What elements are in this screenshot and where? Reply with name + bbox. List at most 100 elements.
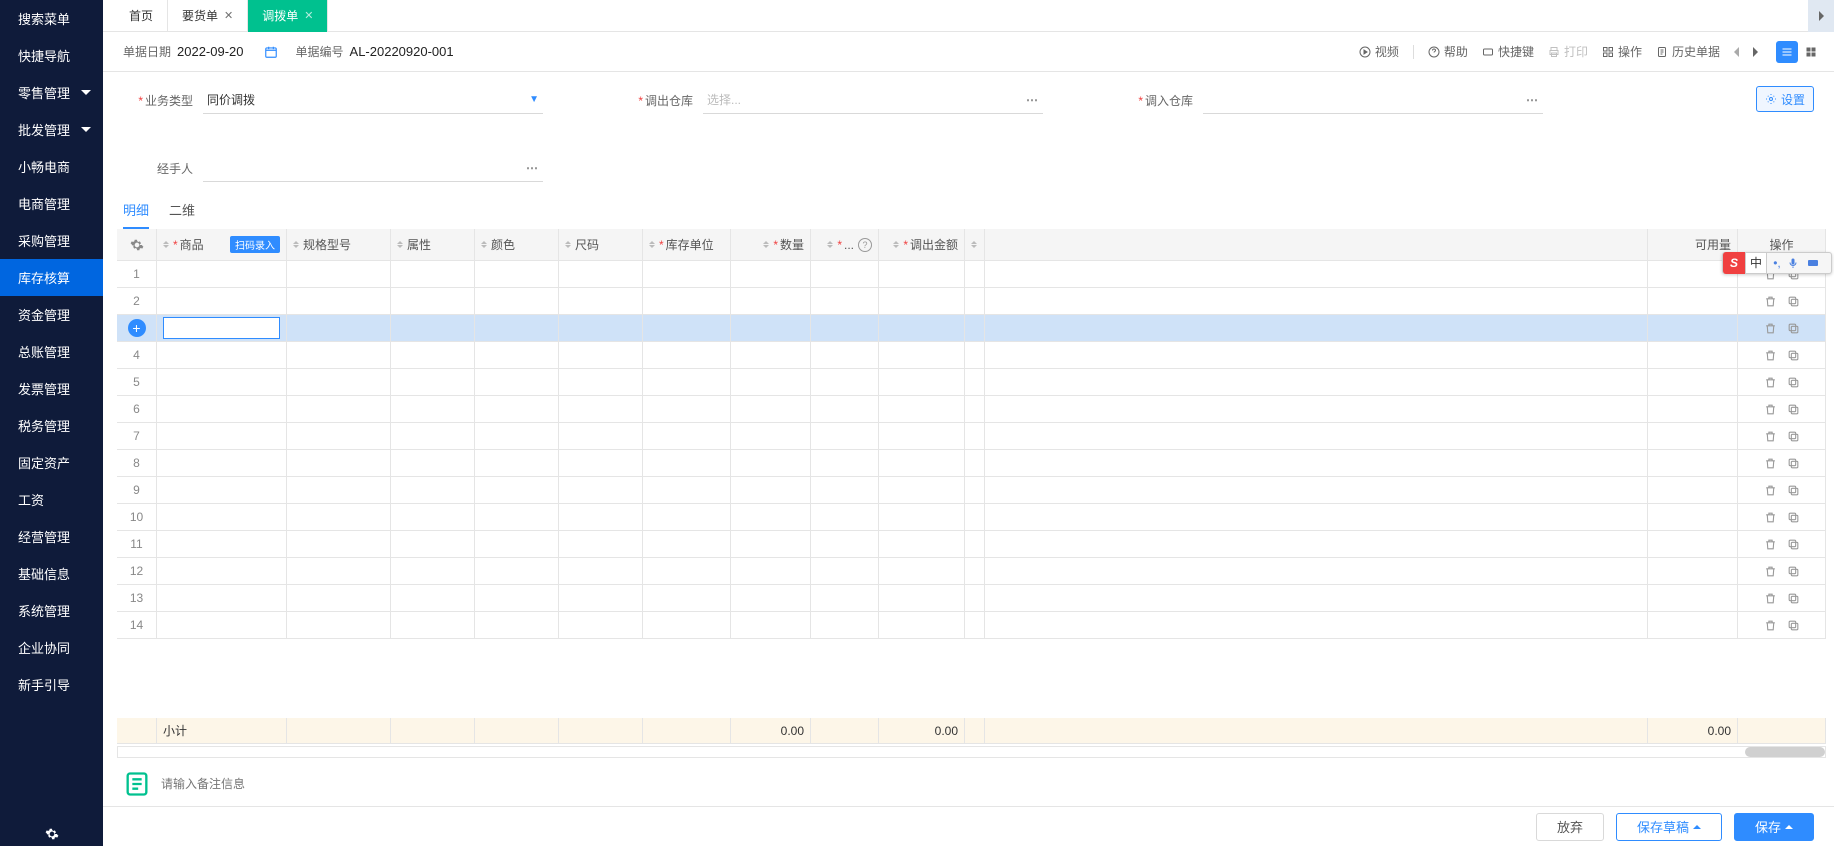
tab-matrix[interactable]: 二维 [169, 196, 195, 229]
help-icon[interactable]: ? [858, 238, 872, 252]
doc-date-value[interactable]: 2022-09-20 [177, 44, 244, 59]
sidebar-item-0[interactable]: 搜索菜单 [0, 0, 103, 37]
table-row[interactable]: 2 [117, 288, 1826, 315]
toolbar-help[interactable]: 帮助 [1428, 43, 1468, 60]
delete-row-icon[interactable] [1764, 349, 1777, 362]
calendar-icon[interactable] [264, 45, 278, 59]
table-row[interactable]: 7 [117, 423, 1826, 450]
copy-row-icon[interactable] [1787, 484, 1800, 497]
close-icon[interactable]: ✕ [224, 9, 233, 22]
sidebar-item-17[interactable]: 企业协同 [0, 629, 103, 666]
sidebar-item-18[interactable]: 新手引导 [0, 666, 103, 703]
sidebar-item-7[interactable]: 库存核算 [0, 259, 103, 296]
tab-expand-button[interactable] [1808, 0, 1834, 32]
delete-row-icon[interactable] [1764, 484, 1777, 497]
delete-row-icon[interactable] [1764, 376, 1777, 389]
delete-row-icon[interactable] [1764, 295, 1777, 308]
copy-row-icon[interactable] [1787, 565, 1800, 578]
biz-type-field[interactable]: 同价调拨 ▼ [203, 86, 543, 114]
copy-row-icon[interactable] [1787, 295, 1800, 308]
th-unit[interactable]: *库存单位 [643, 229, 731, 260]
ime-punct-icon[interactable]: •, [1767, 256, 1787, 270]
product-input[interactable] [163, 317, 280, 339]
tab-0[interactable]: 首页 [115, 0, 168, 32]
table-row[interactable]: 9 [117, 477, 1826, 504]
view-mode-grid[interactable] [1800, 41, 1822, 63]
ellipsis-icon[interactable]: ⋯ [1026, 93, 1039, 107]
sidebar-settings-icon[interactable] [0, 822, 103, 846]
settings-button[interactable]: 设置 [1756, 86, 1814, 112]
delete-row-icon[interactable] [1764, 430, 1777, 443]
copy-row-icon[interactable] [1787, 511, 1800, 524]
ellipsis-icon[interactable]: ⋯ [526, 161, 539, 175]
out-wh-field[interactable]: 选择... ⋯ [703, 86, 1043, 114]
table-row[interactable]: 8 [117, 450, 1826, 477]
tab-2[interactable]: 调拨单✕ [248, 0, 328, 32]
copy-row-icon[interactable] [1787, 457, 1800, 470]
toolbar-history[interactable]: 历史单据 [1656, 43, 1720, 60]
close-icon[interactable]: ✕ [304, 9, 313, 22]
table-row[interactable]: 14 [117, 612, 1826, 639]
copy-row-icon[interactable] [1787, 619, 1800, 632]
table-row[interactable]: 13 [117, 585, 1826, 612]
delete-row-icon[interactable] [1764, 322, 1777, 335]
copy-row-icon[interactable] [1787, 349, 1800, 362]
delete-row-icon[interactable] [1764, 592, 1777, 605]
delete-row-icon[interactable] [1764, 403, 1777, 416]
th-spec[interactable]: 规格型号 [287, 229, 391, 260]
table-row[interactable]: 1 [117, 261, 1826, 288]
table-row[interactable]: 4 [117, 342, 1826, 369]
th-size[interactable]: 尺码 [559, 229, 643, 260]
view-mode-list[interactable] [1776, 41, 1798, 63]
save-button[interactable]: 保存 [1734, 813, 1814, 841]
sidebar-item-10[interactable]: 发票管理 [0, 370, 103, 407]
sidebar-item-6[interactable]: 采购管理 [0, 222, 103, 259]
delete-row-icon[interactable] [1764, 457, 1777, 470]
sidebar-item-15[interactable]: 基础信息 [0, 555, 103, 592]
copy-row-icon[interactable] [1787, 538, 1800, 551]
scan-badge[interactable]: 扫码录入 [230, 236, 280, 253]
sidebar-item-3[interactable]: 批发管理 [0, 111, 103, 148]
remark-input[interactable] [161, 777, 1814, 791]
sidebar-item-16[interactable]: 系统管理 [0, 592, 103, 629]
th-attr[interactable]: 属性 [391, 229, 475, 260]
abandon-button[interactable]: 放弃 [1536, 813, 1604, 841]
ellipsis-icon[interactable]: ⋯ [1526, 93, 1539, 107]
copy-row-icon[interactable] [1787, 592, 1800, 605]
table-row[interactable]: 5 [117, 369, 1826, 396]
copy-row-icon[interactable] [1787, 430, 1800, 443]
delete-row-icon[interactable] [1764, 619, 1777, 632]
sidebar-item-9[interactable]: 总账管理 [0, 333, 103, 370]
handler-field[interactable]: ⋯ [203, 154, 543, 182]
delete-row-icon[interactable] [1764, 511, 1777, 524]
sidebar-item-14[interactable]: 经营管理 [0, 518, 103, 555]
horizontal-scrollbar[interactable] [117, 746, 1826, 758]
copy-row-icon[interactable] [1787, 376, 1800, 389]
table-row[interactable]: 10 [117, 504, 1826, 531]
column-config-button[interactable] [117, 229, 157, 260]
th-qty[interactable]: *数量 [731, 229, 811, 260]
tab-detail[interactable]: 明细 [123, 196, 149, 229]
in-wh-field[interactable]: ⋯ [1203, 86, 1543, 114]
sidebar-item-4[interactable]: 小畅电商 [0, 148, 103, 185]
ime-language[interactable]: 中 [1745, 253, 1767, 273]
toolbar-video[interactable]: 视频 [1359, 43, 1399, 60]
sidebar-item-5[interactable]: 电商管理 [0, 185, 103, 222]
save-draft-button[interactable]: 保存草稿 [1616, 813, 1722, 841]
table-row[interactable]: 6 [117, 396, 1826, 423]
sidebar-item-1[interactable]: 快捷导航 [0, 37, 103, 74]
th-amount[interactable]: *调出金额 [879, 229, 965, 260]
next-doc-icon[interactable] [1753, 47, 1758, 57]
sidebar-item-2[interactable]: 零售管理 [0, 74, 103, 111]
th-price[interactable]: *...? [811, 229, 879, 260]
table-row[interactable]: + [117, 315, 1826, 342]
sidebar-item-8[interactable]: 资金管理 [0, 296, 103, 333]
copy-row-icon[interactable] [1787, 322, 1800, 335]
ime-widget[interactable]: S 中 •, [1722, 252, 1832, 274]
sidebar-item-11[interactable]: 税务管理 [0, 407, 103, 444]
tab-1[interactable]: 要货单✕ [168, 0, 248, 32]
ime-mic-icon[interactable] [1787, 257, 1807, 269]
table-row[interactable]: 12 [117, 558, 1826, 585]
delete-row-icon[interactable] [1764, 565, 1777, 578]
th-product[interactable]: *商品扫码录入 [157, 229, 287, 260]
